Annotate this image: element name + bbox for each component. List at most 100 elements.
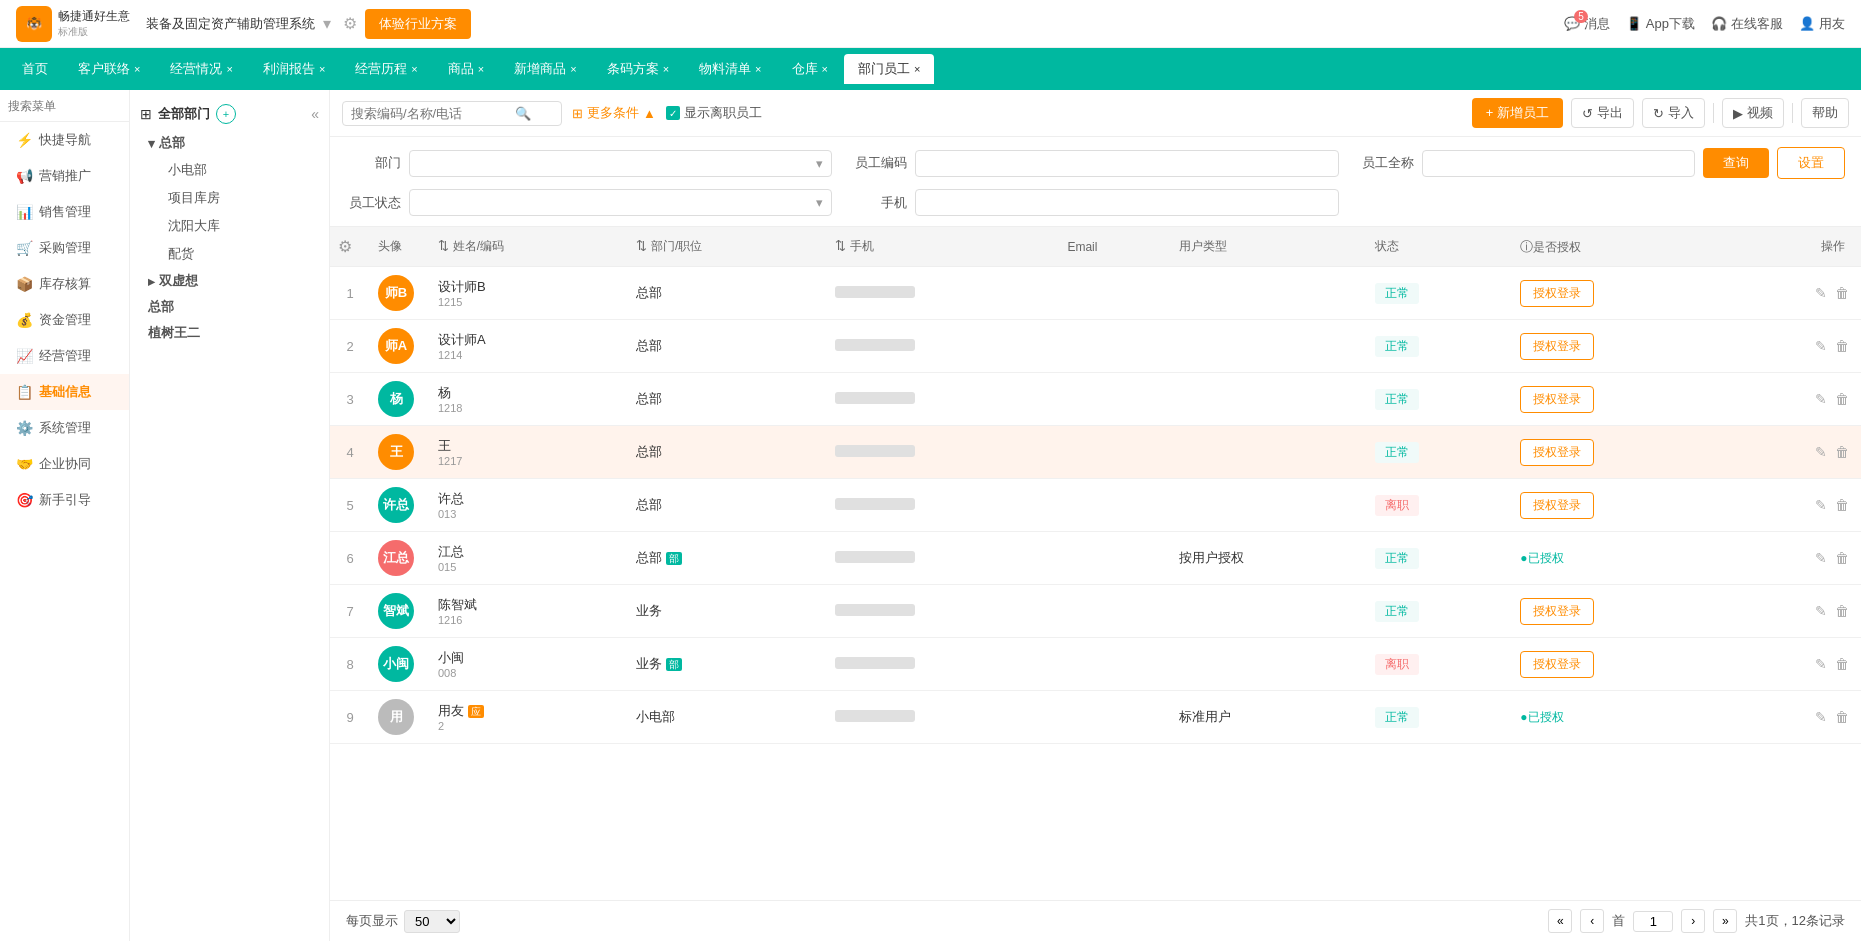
delete-btn[interactable]: 🗑	[1835, 497, 1849, 513]
tab-bom-close[interactable]: ×	[755, 63, 761, 75]
tab-goods[interactable]: 商品×	[434, 54, 498, 84]
tab-bom[interactable]: 物料清单×	[685, 54, 775, 84]
edit-btn[interactable]: ✎	[1815, 709, 1827, 725]
dept-group-zongbu[interactable]: ▾ 总部	[138, 130, 329, 156]
tab-add-goods-close[interactable]: ×	[570, 63, 576, 75]
tab-operations-close[interactable]: ×	[226, 63, 232, 75]
delete-btn[interactable]: 🗑	[1835, 391, 1849, 407]
tab-goods-close[interactable]: ×	[478, 63, 484, 75]
sidebar-item-system[interactable]: ⚙️ 系统管理	[0, 410, 129, 446]
edit-btn[interactable]: ✎	[1815, 338, 1827, 354]
auth-login-btn[interactable]: 授权登录	[1520, 492, 1594, 519]
edit-btn[interactable]: ✎	[1815, 444, 1827, 460]
first-page-btn[interactable]: «	[1548, 909, 1572, 933]
status-select[interactable]: ▾	[409, 189, 832, 216]
tab-customer[interactable]: 客户联络×	[64, 54, 154, 84]
add-employee-button[interactable]: + 新增员工	[1472, 98, 1563, 128]
edit-btn[interactable]: ✎	[1815, 285, 1827, 301]
dept-add-btn[interactable]: +	[216, 104, 236, 124]
more-filters-btn[interactable]: ⊞ 更多条件 ▲	[572, 104, 656, 122]
help-button[interactable]: 帮助	[1801, 98, 1849, 128]
message-item[interactable]: 💬 5 消息	[1564, 15, 1610, 33]
sidebar-item-marketing[interactable]: 📢 营销推广	[0, 158, 129, 194]
app-download-item[interactable]: 📱 App下载	[1626, 15, 1695, 33]
dept-select[interactable]: ▾	[409, 150, 832, 177]
delete-btn[interactable]: 🗑	[1835, 709, 1849, 725]
page-input[interactable]	[1633, 911, 1673, 932]
dept-sub-projectroom[interactable]: 项目库房	[138, 184, 329, 212]
sidebar-item-sales[interactable]: 📊 销售管理	[0, 194, 129, 230]
delete-btn[interactable]: 🗑	[1835, 285, 1849, 301]
tab-history-close[interactable]: ×	[411, 63, 417, 75]
auth-login-btn[interactable]: 授权登录	[1520, 651, 1594, 678]
tab-profit[interactable]: 利润报告×	[249, 54, 339, 84]
next-page-btn[interactable]: ›	[1681, 909, 1705, 933]
dept-sub-peihuo[interactable]: 配货	[138, 240, 329, 268]
user-item[interactable]: 👤 用友	[1799, 15, 1845, 33]
cell-usertype	[1171, 267, 1367, 320]
sidebar-item-guide[interactable]: 🎯 新手引导	[0, 482, 129, 518]
export-button[interactable]: ↺ 导出	[1571, 98, 1634, 128]
auth-login-btn[interactable]: 授权登录	[1520, 333, 1594, 360]
prev-page-btn[interactable]: ‹	[1580, 909, 1604, 933]
tab-warehouse-close[interactable]: ×	[822, 63, 828, 75]
dept-group-zongbu2[interactable]: 总部	[138, 294, 329, 320]
tab-history[interactable]: 经营历程×	[341, 54, 431, 84]
dept-group-plant[interactable]: 植树王二	[138, 320, 329, 346]
edit-btn[interactable]: ✎	[1815, 391, 1827, 407]
sidebar-item-quick-nav[interactable]: ⚡ 快捷导航	[0, 122, 129, 158]
dept-all-label[interactable]: 全部部门	[158, 105, 210, 123]
last-page-btn[interactable]: »	[1713, 909, 1737, 933]
dept-collapse-btn[interactable]: «	[311, 106, 319, 122]
show-resigned-checkbox[interactable]: ✓	[666, 106, 680, 120]
dept-group-shuangxu[interactable]: ▸ 双虚想	[138, 268, 329, 294]
empname-input[interactable]	[1422, 150, 1695, 177]
delete-btn[interactable]: 🗑	[1835, 550, 1849, 566]
tab-home[interactable]: 首页	[8, 54, 62, 84]
auth-login-btn[interactable]: 授权登录	[1520, 439, 1594, 466]
tab-profit-close[interactable]: ×	[319, 63, 325, 75]
sidebar-item-finance[interactable]: 💰 资金管理	[0, 302, 129, 338]
empcode-input[interactable]	[915, 150, 1338, 177]
tab-barcode[interactable]: 条码方案×	[593, 54, 683, 84]
tab-barcode-close[interactable]: ×	[663, 63, 669, 75]
edit-btn[interactable]: ✎	[1815, 656, 1827, 672]
tab-customer-close[interactable]: ×	[134, 63, 140, 75]
tab-warehouse[interactable]: 仓库×	[778, 54, 842, 84]
auth-login-btn[interactable]: 授权登录	[1520, 598, 1594, 625]
online-service-item[interactable]: 🎧 在线客服	[1711, 15, 1783, 33]
sidebar-search-input[interactable]	[8, 99, 130, 113]
tab-employees-close[interactable]: ×	[914, 63, 920, 75]
delete-btn[interactable]: 🗑	[1835, 444, 1849, 460]
settings-icon[interactable]: ⚙	[343, 14, 357, 33]
view-button[interactable]: ▶ 视频	[1722, 98, 1784, 128]
edit-btn[interactable]: ✎	[1815, 603, 1827, 619]
sidebar-item-inventory[interactable]: 📦 库存核算	[0, 266, 129, 302]
edit-btn[interactable]: ✎	[1815, 550, 1827, 566]
phone-input[interactable]	[915, 189, 1338, 216]
tab-operations[interactable]: 经营情况×	[156, 54, 246, 84]
delete-btn[interactable]: 🗑	[1835, 603, 1849, 619]
delete-btn[interactable]: 🗑	[1835, 338, 1849, 354]
auth-login-btn[interactable]: 授权登录	[1520, 386, 1594, 413]
query-button[interactable]: 查询	[1703, 148, 1769, 178]
system-title-dropdown[interactable]: ▾	[323, 14, 331, 33]
sidebar-item-purchase[interactable]: 🛒 采购管理	[0, 230, 129, 266]
sidebar-item-label: 销售管理	[39, 203, 91, 221]
search-input[interactable]	[351, 106, 511, 121]
set-button[interactable]: 设置	[1777, 147, 1845, 179]
tab-add-goods[interactable]: 新增商品×	[500, 54, 590, 84]
trial-button[interactable]: 体验行业方案	[365, 9, 471, 39]
tab-employees[interactable]: 部门员工×	[844, 54, 934, 84]
auth-login-btn[interactable]: 授权登录	[1520, 280, 1594, 307]
dept-sub-xiaodibu[interactable]: 小电部	[138, 156, 329, 184]
edit-btn[interactable]: ✎	[1815, 497, 1827, 513]
delete-btn[interactable]: 🗑	[1835, 656, 1849, 672]
per-page-select[interactable]: 50 100 200	[404, 910, 460, 933]
sidebar-item-collab[interactable]: 🤝 企业协同	[0, 446, 129, 482]
table-settings-icon[interactable]: ⚙	[338, 238, 352, 255]
dept-sub-shenyang[interactable]: 沈阳大库	[138, 212, 329, 240]
sidebar-item-biz-mgmt[interactable]: 📈 经营管理	[0, 338, 129, 374]
sidebar-item-basic-info[interactable]: 📋 基础信息	[0, 374, 129, 410]
import-button[interactable]: ↻ 导入	[1642, 98, 1705, 128]
